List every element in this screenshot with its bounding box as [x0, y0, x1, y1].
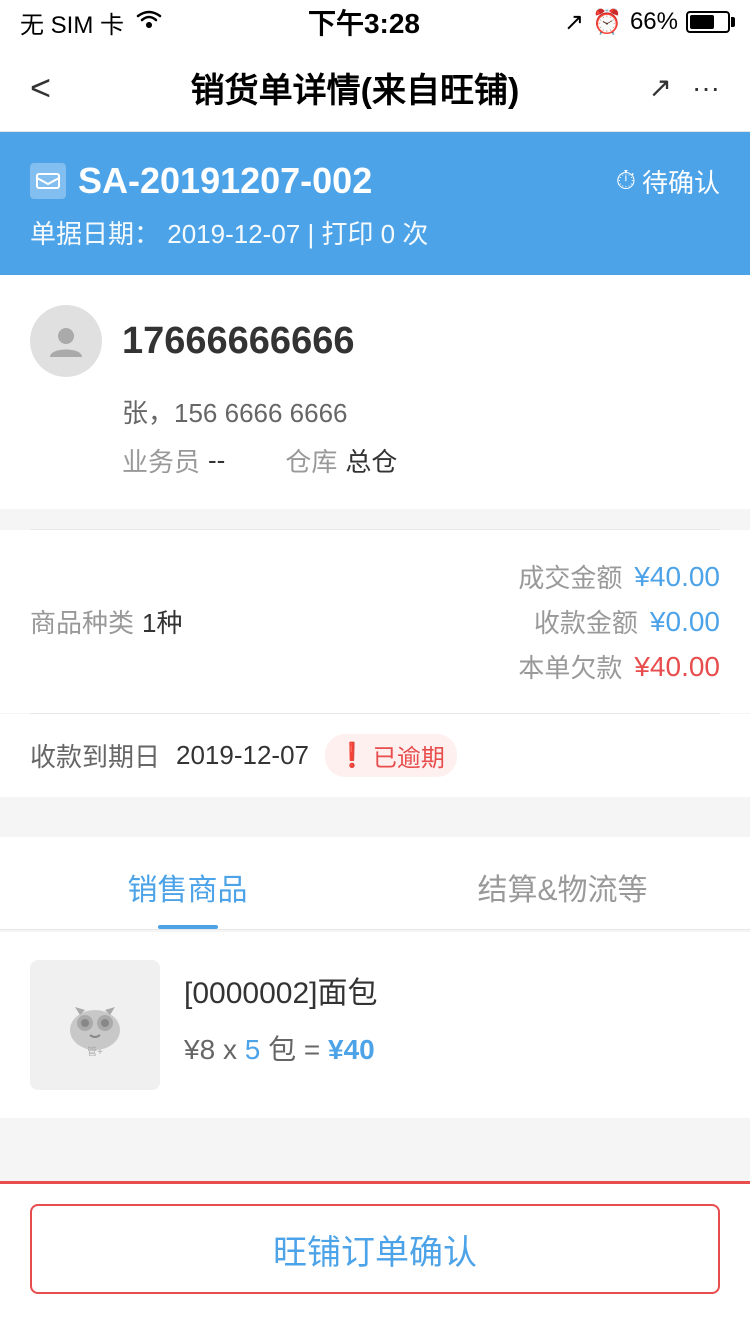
nav-actions: ↗ ···	[620, 71, 720, 104]
overdue-text: 已逾期	[373, 738, 445, 773]
battery-percent: 66%	[630, 8, 678, 36]
alarm-icon: ⏰	[592, 8, 622, 37]
tab-settlement[interactable]: 结算&物流等	[375, 837, 750, 929]
nav-bar: < 销货单详情(来自旺铺) ↗ ···	[0, 44, 750, 132]
tab-sales-products[interactable]: 销售商品	[0, 837, 375, 929]
svg-text:管+: 管+	[87, 1045, 103, 1058]
order-id: SA-20191207-002	[30, 160, 372, 202]
order-header-top: SA-20191207-002 ⏱ 待确认	[30, 160, 720, 202]
carrier-label: 无 SIM 卡	[20, 5, 124, 40]
sales-meta: 业务员 --	[122, 442, 225, 479]
status-time: 下午3:28	[308, 2, 420, 42]
amount-value: ¥40.00	[634, 561, 720, 593]
product-image: 管+	[30, 960, 160, 1090]
received-value: ¥0.00	[650, 606, 720, 638]
tabs-container: 销售商品 结算&物流等	[0, 837, 750, 930]
customer-top: 17666666666	[30, 305, 720, 377]
product-price: ¥8 x 5 包 = ¥40	[184, 1028, 720, 1068]
summary-card: 商品种类 1种 成交金额 ¥40.00 收款金额 ¥0.00 本单欠款 ¥40.…	[0, 530, 750, 713]
amount-row-1: 成交金额 ¥40.00	[518, 558, 720, 595]
overdue-icon: ❗	[337, 741, 367, 770]
product-type-value: 1种	[142, 603, 182, 640]
summary-left: 商品种类 1种	[30, 603, 182, 640]
amount-row-3: 本单欠款 ¥40.00	[518, 648, 720, 685]
summary-row: 商品种类 1种 成交金额 ¥40.00 收款金额 ¥0.00 本单欠款 ¥40.…	[30, 558, 720, 685]
warehouse-meta: 仓库 总仓	[285, 442, 397, 479]
page-title: 销货单详情(来自旺铺)	[90, 63, 620, 112]
status-bar: 无 SIM 卡 下午3:28 ↗ ⏰ 66%	[0, 0, 750, 44]
due-label: 收款到期日	[30, 737, 160, 774]
received-label: 收款金额	[534, 603, 638, 640]
warehouse-label: 仓库	[285, 442, 337, 479]
more-button[interactable]: ···	[692, 72, 720, 104]
order-icon	[30, 163, 66, 199]
customer-name: 张，156 6666 6666	[30, 393, 720, 430]
status-right: ↗ ⏰ 66%	[564, 8, 730, 37]
product-list: 管+ [0000002]面包 ¥8 x 5 包 = ¥40	[0, 932, 750, 1118]
customer-card: 17666666666 张，156 6666 6666 业务员 -- 仓库 总仓	[0, 275, 750, 509]
amount-label: 成交金额	[518, 558, 622, 595]
bottom-bar: 旺铺订单确认	[0, 1181, 750, 1334]
status-clock-icon: ⏱	[616, 165, 636, 197]
due-date-card: 收款到期日 2019-12-07 ❗ 已逾期	[0, 714, 750, 797]
customer-avatar	[30, 305, 102, 377]
amount-row-2: 收款金额 ¥0.00	[534, 603, 720, 640]
back-button[interactable]: <	[30, 67, 90, 109]
sales-value: --	[208, 445, 225, 476]
due-value: 2019-12-07	[176, 740, 309, 771]
owe-value: ¥40.00	[634, 651, 720, 683]
owe-label: 本单欠款	[518, 648, 622, 685]
summary-right: 成交金额 ¥40.00 收款金额 ¥0.00 本单欠款 ¥40.00	[518, 558, 720, 685]
location-icon: ↗	[564, 8, 584, 37]
customer-phone: 17666666666	[122, 320, 354, 363]
order-status: ⏱ 待确认	[616, 163, 720, 200]
product-name: [0000002]面包	[184, 968, 720, 1012]
customer-meta: 业务员 -- 仓库 总仓	[30, 442, 720, 479]
product-info: [0000002]面包 ¥8 x 5 包 = ¥40	[184, 960, 720, 1068]
section-divider	[0, 817, 750, 837]
share-button[interactable]: ↗	[649, 71, 672, 104]
overdue-badge: ❗ 已逾期	[325, 734, 457, 777]
confirm-order-button[interactable]: 旺铺订单确认	[30, 1204, 720, 1294]
order-date: 单据日期： 2019-12-07 | 打印 0 次	[30, 214, 720, 251]
warehouse-value: 总仓	[345, 442, 397, 479]
product-item: 管+ [0000002]面包 ¥8 x 5 包 = ¥40	[0, 932, 750, 1118]
product-type-label: 商品种类	[30, 603, 134, 640]
order-header: SA-20191207-002 ⏱ 待确认 单据日期： 2019-12-07 |…	[0, 132, 750, 275]
battery-icon	[686, 11, 730, 33]
status-left: 无 SIM 卡	[20, 5, 164, 40]
sales-label: 业务员	[122, 442, 200, 479]
wifi-icon	[134, 8, 164, 37]
